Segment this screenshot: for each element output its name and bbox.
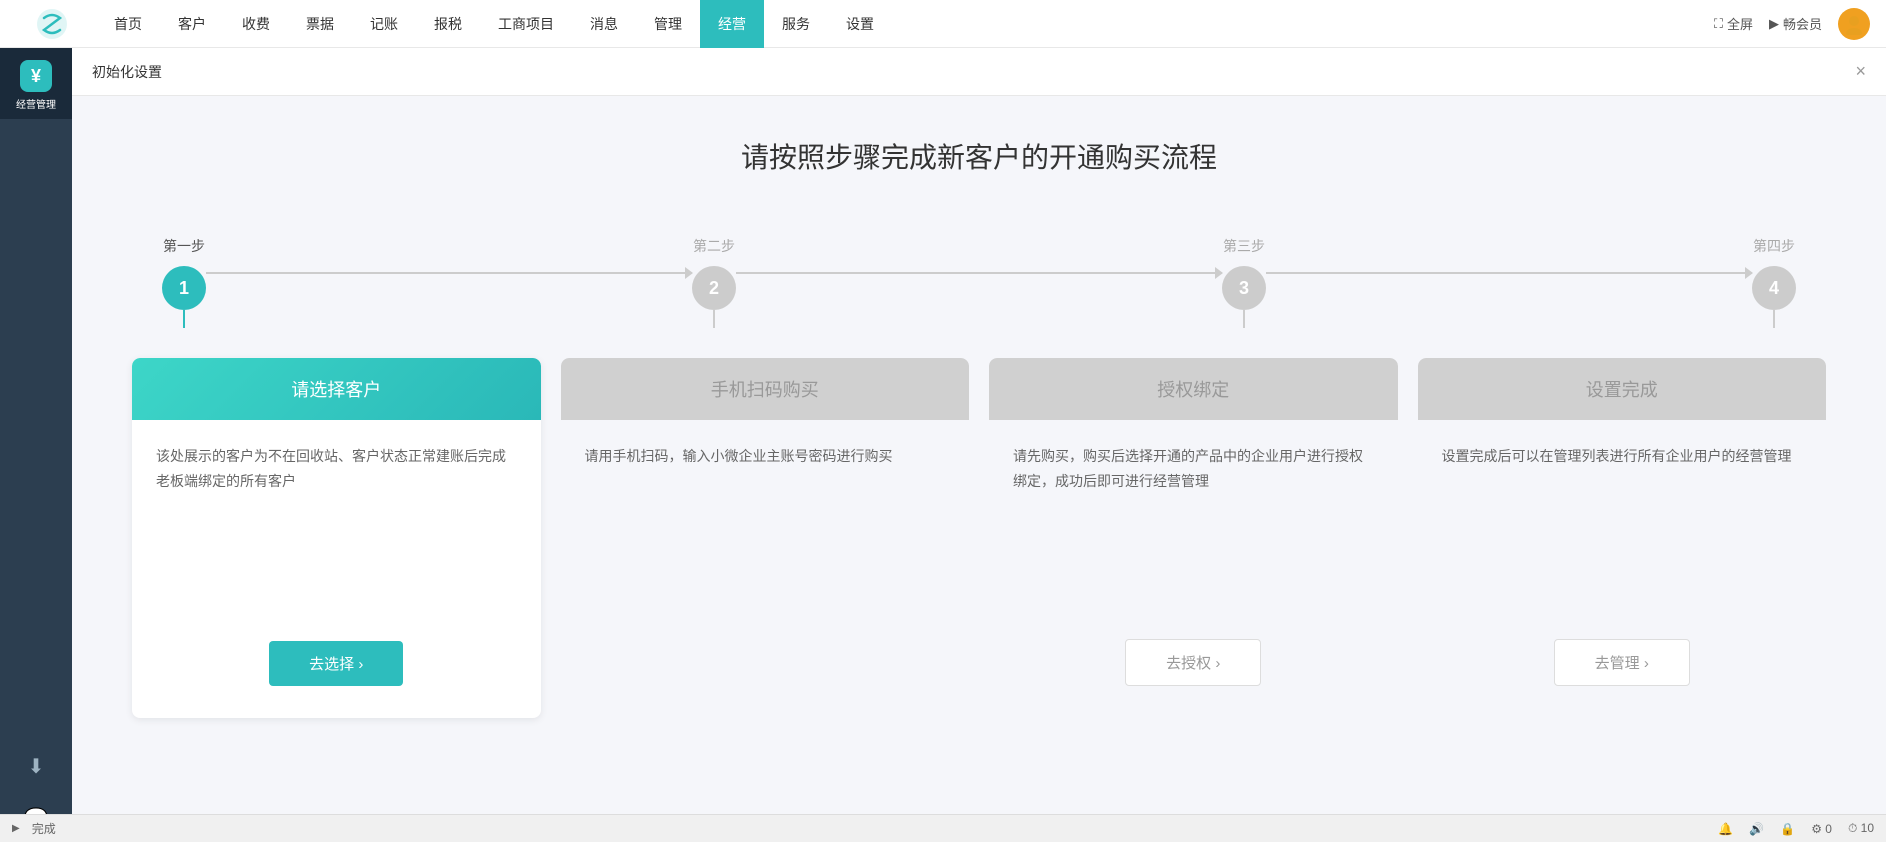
step3-label: 第三步: [1223, 236, 1265, 256]
main-layout: ¥ 经营管理 ⬇ 💬 初始化设置 × 请按照步骤完成新客户的开通购买流程: [0, 48, 1886, 842]
status-bar-right: 🔔 🔊 🔒 ⚙ 0 ⏱ 10: [1718, 821, 1874, 836]
settings-status: ⚙ 0: [1811, 822, 1832, 836]
step1-connector-down: [183, 310, 185, 328]
card4-action-btn: 去管理 ›: [1554, 639, 1690, 686]
top-nav-right: ⛶ 全屏 ▶ 畅会员: [1714, 8, 1870, 40]
card3-body: 请先购买，购买后选择开通的产品中的企业用户进行授权绑定，成功后即可进行经营管理: [989, 420, 1398, 639]
nav-service[interactable]: 服务: [764, 0, 828, 48]
fullscreen-icon: ⛶: [1714, 16, 1723, 32]
main-heading: 请按照步骤完成新客户的开通购买流程: [132, 136, 1826, 176]
play-icon: ▶: [12, 823, 20, 834]
connector-1-2: [206, 272, 692, 274]
step4-circle: 4: [1752, 266, 1796, 310]
arrow-3-4: [1745, 267, 1753, 279]
nav-items-list: 首页 客户 收费 票据 记账 报税 工商项目 消息 管理 经营 服务 设置: [96, 0, 1714, 48]
nav-tax[interactable]: 报税: [416, 0, 480, 48]
nav-bookkeeping[interactable]: 记账: [352, 0, 416, 48]
card2-body: 请用手机扫码，输入小微企业主账号密码进行购买: [561, 420, 970, 686]
close-button[interactable]: ×: [1855, 61, 1866, 82]
fullscreen-label: 全屏: [1727, 14, 1753, 33]
step1-label: 第一步: [163, 236, 205, 256]
nav-invoice[interactable]: 票据: [288, 0, 352, 48]
nav-home[interactable]: 首页: [96, 0, 160, 48]
fullscreen-btn[interactable]: ⛶ 全屏: [1714, 14, 1753, 33]
arrow-1-2: [685, 267, 693, 279]
lock-icon: 🔒: [1780, 822, 1795, 836]
vip-icon: ▶: [1769, 16, 1779, 32]
steps-row: 第一步 1 第二步 2: [132, 236, 1826, 328]
page-header: 初始化设置 ×: [72, 48, 1886, 96]
avatar[interactable]: [1838, 8, 1870, 40]
step4-connector-down: [1773, 310, 1775, 328]
card2-header: 手机扫码购买: [561, 358, 970, 420]
step3-circle: 3: [1222, 266, 1266, 310]
card-select-customer: 请选择客户 该处展示的客户为不在回收站、客户状态正常建账后完成老板端绑定的所有客…: [132, 358, 541, 718]
top-navigation: 首页 客户 收费 票据 记账 报税 工商项目 消息 管理 经营 服务 设置 ⛶ …: [0, 0, 1886, 48]
nav-operation[interactable]: 经营: [700, 0, 764, 48]
nav-message[interactable]: 消息: [572, 0, 636, 48]
card-setup-complete: 设置完成 设置完成后可以在管理列表进行所有企业用户的经营管理 去管理 ›: [1418, 358, 1827, 718]
step2-circle: 2: [692, 266, 736, 310]
step-2: 第二步 2: [692, 236, 736, 328]
content-area: 请按照步骤完成新客户的开通购买流程 第一步 1 第二步 2: [72, 96, 1886, 842]
step-3: 第三步 3: [1222, 236, 1266, 328]
card4-footer: 去管理 ›: [1418, 639, 1827, 694]
sidebar-item-label: 经营管理: [16, 96, 56, 111]
shield-icon: 🔔: [1718, 822, 1733, 836]
sidebar: ¥ 经营管理 ⬇ 💬: [0, 48, 72, 842]
download-icon: ⬇: [20, 750, 52, 782]
status-text: 完成: [32, 820, 56, 837]
sidebar-download[interactable]: ⬇: [0, 738, 72, 790]
step2-label: 第二步: [693, 236, 735, 256]
step1-circle: 1: [162, 266, 206, 310]
page-title: 初始化设置: [92, 62, 162, 82]
timer-status: ⏱ 10: [1848, 821, 1874, 836]
vip-label: 畅会员: [1783, 14, 1822, 33]
nav-customer[interactable]: 客户: [160, 0, 224, 48]
card-auth-bind: 授权绑定 请先购买，购买后选择开通的产品中的企业用户进行授权绑定，成功后即可进行…: [989, 358, 1398, 718]
card3-action-btn: 去授权 ›: [1125, 639, 1261, 686]
nav-management[interactable]: 管理: [636, 0, 700, 48]
step-4: 第四步 4: [1752, 236, 1796, 328]
card1-body: 该处展示的客户为不在回收站、客户状态正常建账后完成老板端绑定的所有客户: [132, 420, 541, 641]
status-bar: ▶ 完成 🔔 🔊 🔒 ⚙ 0 ⏱ 10: [0, 814, 1886, 842]
step4-label: 第四步: [1753, 236, 1795, 256]
card3-footer: 去授权 ›: [989, 639, 1398, 694]
volume-icon: 🔊: [1749, 822, 1764, 836]
card-scan-purchase: 手机扫码购买 请用手机扫码，输入小微企业主账号密码进行购买: [561, 358, 970, 718]
sidebar-item-finance[interactable]: ¥ 经营管理: [0, 48, 72, 119]
card2-footer: [561, 686, 970, 694]
arrow-2-3: [1215, 267, 1223, 279]
cards-row: 请选择客户 该处展示的客户为不在回收站、客户状态正常建账后完成老板端绑定的所有客…: [132, 358, 1826, 718]
app-logo: [16, 8, 88, 40]
card1-header: 请选择客户: [132, 358, 541, 420]
card4-header: 设置完成: [1418, 358, 1827, 420]
nav-collection[interactable]: 收费: [224, 0, 288, 48]
nav-business-items[interactable]: 工商项目: [480, 0, 572, 48]
main-content: 初始化设置 × 请按照步骤完成新客户的开通购买流程 第一步 1 第: [72, 48, 1886, 842]
step2-connector-down: [713, 310, 715, 328]
card4-body: 设置完成后可以在管理列表进行所有企业用户的经营管理: [1418, 420, 1827, 639]
finance-icon: ¥: [20, 60, 52, 92]
card1-footer: 去选择 ›: [132, 641, 541, 694]
connector-3-4: [1266, 272, 1752, 274]
step3-connector-down: [1243, 310, 1245, 328]
card3-header: 授权绑定: [989, 358, 1398, 420]
connector-2-3: [736, 272, 1222, 274]
step-1: 第一步 1: [162, 236, 206, 328]
vip-btn[interactable]: ▶ 畅会员: [1769, 14, 1822, 33]
card1-action-btn[interactable]: 去选择 ›: [269, 641, 403, 686]
nav-settings[interactable]: 设置: [828, 0, 892, 48]
